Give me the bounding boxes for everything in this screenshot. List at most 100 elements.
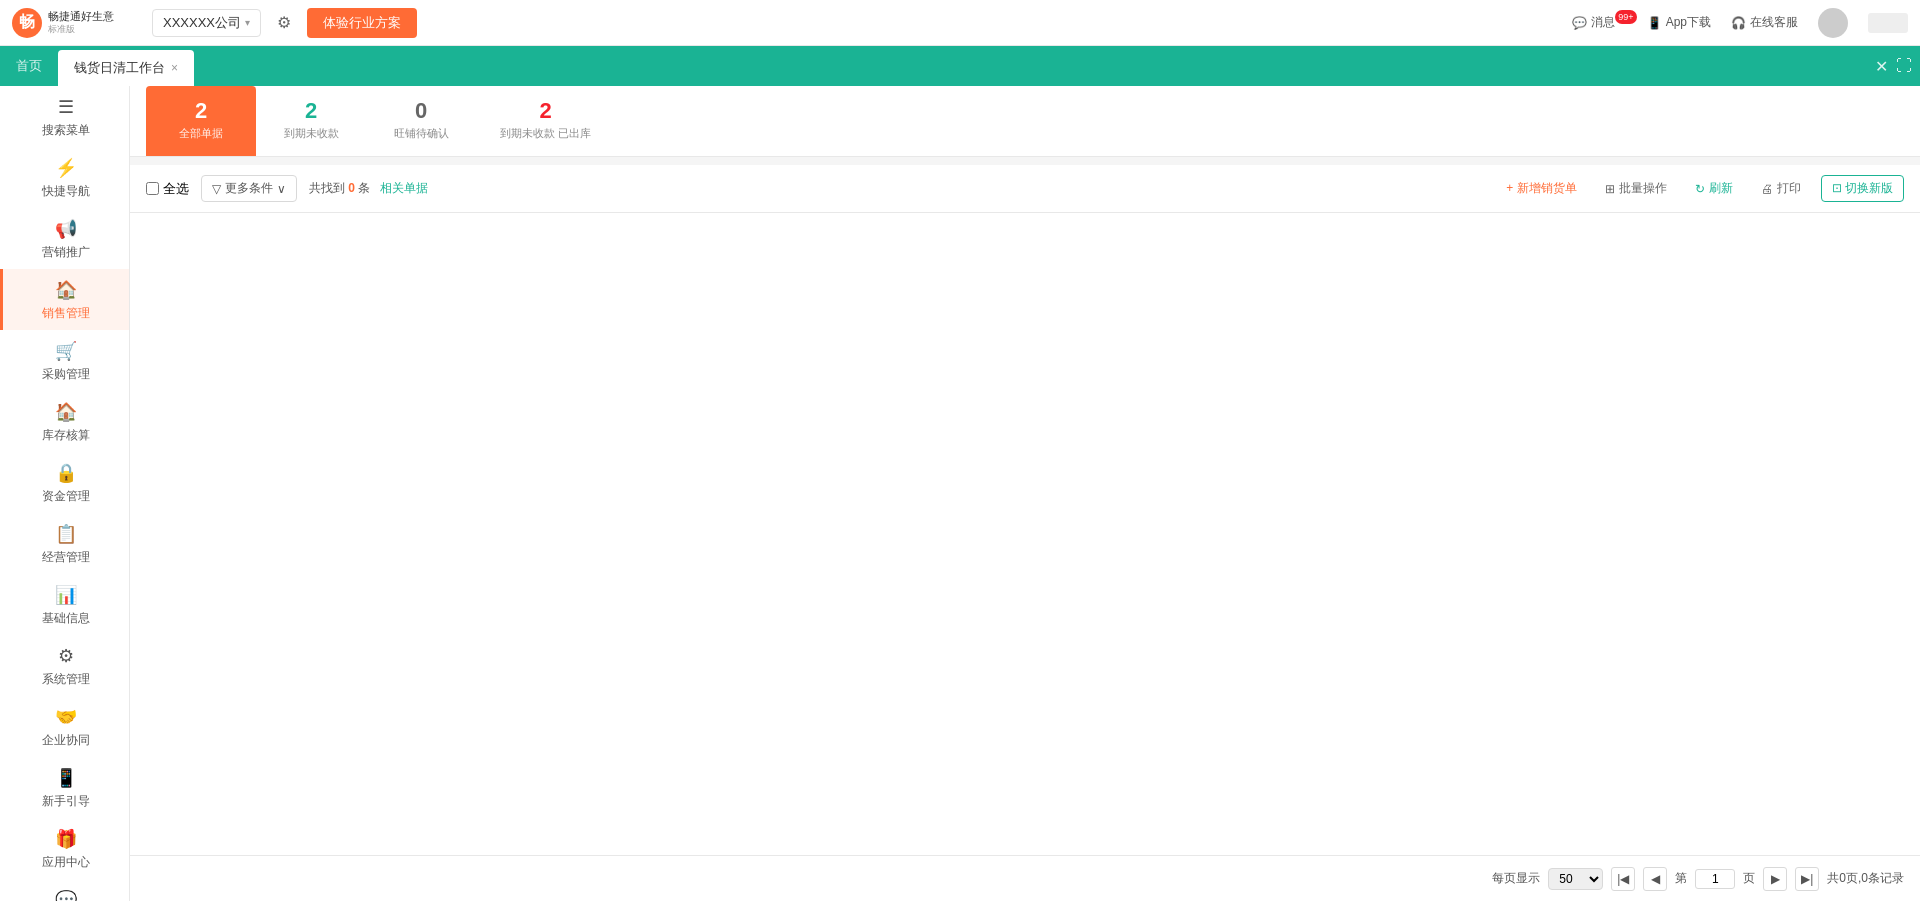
tab-close-icon[interactable]: × <box>171 61 178 75</box>
select-all-input[interactable] <box>146 182 159 195</box>
next-page-button[interactable]: ▶ <box>1763 867 1787 891</box>
sidebar-item-app-center[interactable]: 🎁 应用中心 <box>0 818 129 879</box>
table-area <box>130 213 1920 855</box>
avatar[interactable] <box>1818 8 1848 38</box>
tab-workbench-label: 钱货日清工作台 <box>74 59 165 77</box>
print-button[interactable]: 🖨 打印 <box>1753 176 1809 201</box>
app-icon: 📱 <box>1647 16 1662 30</box>
sidebar-item-marketing-label: 营销推广 <box>42 244 90 261</box>
sidebar-item-operations-label: 经营管理 <box>42 549 90 566</box>
sidebar-item-finance-label: 资金管理 <box>42 488 90 505</box>
tab-home[interactable]: 首页 <box>0 46 58 86</box>
settings-button[interactable]: ⚙ <box>269 8 299 38</box>
app-download-label: App下载 <box>1666 14 1711 31</box>
total-info: 共0页,0条记录 <box>1827 870 1904 887</box>
stat-pending-label: 旺铺待确认 <box>390 126 452 141</box>
message-action[interactable]: 💬 消息 99+ <box>1572 14 1627 31</box>
print-label: 打印 <box>1777 180 1801 197</box>
add-order-button[interactable]: + 新增销货单 <box>1498 176 1584 201</box>
enterprise-icon: 🤝 <box>55 706 77 728</box>
sidebar-item-system-label: 系统管理 <box>42 671 90 688</box>
tab-workbench[interactable]: 钱货日清工作台 × <box>58 50 194 86</box>
prev-page-button[interactable]: ◀ <box>1643 867 1667 891</box>
batch-operation-button[interactable]: ⊞ 批量操作 <box>1597 176 1675 201</box>
sidebar-item-guide[interactable]: 📱 新手引导 <box>0 757 129 818</box>
first-page-button[interactable]: |◀ <box>1611 867 1635 891</box>
toolbar-left: 全选 ▽ 更多条件 ∨ 共找到 0 条 相关单据 <box>146 175 428 202</box>
sidebar-item-app-center-label: 应用中心 <box>42 854 90 871</box>
toolbar-right: + 新增销货单 ⊞ 批量操作 ↻ 刷新 🖨 打印 ⊡ 切换新版 <box>1498 175 1904 202</box>
found-prefix: 共找到 <box>309 181 345 195</box>
stat-tab-overdue[interactable]: 2 到期未收款 <box>256 86 366 156</box>
purchase-icon: 🛒 <box>55 340 77 362</box>
sidebar-item-basic-info[interactable]: 📊 基础信息 <box>0 574 129 635</box>
page-label: 第 <box>1675 870 1687 887</box>
pagination: 每页显示 50 20 100 |◀ ◀ 第 页 ▶ ▶| 共0页,0条记录 <box>130 855 1920 901</box>
inventory-icon: 🏠 <box>55 401 77 423</box>
sidebar-item-finance[interactable]: 🔒 资金管理 <box>0 452 129 513</box>
guide-icon: 📱 <box>55 767 77 789</box>
related-link[interactable]: 相关单据 <box>380 181 428 195</box>
message-icon: 💬 <box>1572 16 1587 30</box>
page-size-select[interactable]: 50 20 100 <box>1548 868 1603 890</box>
sidebar-item-quick-nav-label: 快捷导航 <box>42 183 90 200</box>
top-header: 畅 畅捷通好生意 标准版 XXXXXX公司 ▾ ⚙ 体验行业方案 💬 消息 99… <box>0 0 1920 46</box>
sidebar-item-inventory[interactable]: 🏠 库存核算 <box>0 391 129 452</box>
online-service-action[interactable]: 🎧 在线客服 <box>1731 14 1798 31</box>
stat-tab-shipped[interactable]: 2 到期未收款 已出库 <box>476 86 615 156</box>
more-filter-button[interactable]: ▽ 更多条件 ∨ <box>201 175 297 202</box>
page-number-input[interactable] <box>1695 869 1735 889</box>
logo-icon: 畅 <box>12 8 42 38</box>
select-all-checkbox[interactable]: 全选 <box>146 180 189 198</box>
tab-home-label: 首页 <box>16 57 42 75</box>
app-download-action[interactable]: 📱 App下载 <box>1647 14 1711 31</box>
trial-button[interactable]: 体验行业方案 <box>307 8 417 38</box>
main-layout: ☰ 搜索菜单 ⚡ 快捷导航 📢 营销推广 🏠 销售管理 🛒 采购管理 🏠 库存核… <box>0 86 1920 901</box>
sidebar-item-purchase[interactable]: 🛒 采购管理 <box>0 330 129 391</box>
expand-window-icon[interactable]: ⛶ <box>1896 57 1912 75</box>
stat-shipped-label: 到期未收款 已出库 <box>500 126 591 141</box>
close-window-icon[interactable]: ✕ <box>1875 57 1888 76</box>
batch-label: 批量操作 <box>1619 180 1667 197</box>
tab-bar: 首页 钱货日清工作台 × ✕ ⛶ <box>0 46 1920 86</box>
logo-text: 畅捷通好生意 标准版 <box>48 9 114 36</box>
header-right: 💬 消息 99+ 📱 App下载 🎧 在线客服 <box>1572 8 1908 38</box>
sidebar-item-marketing[interactable]: 📢 营销推广 <box>0 208 129 269</box>
found-count: 0 <box>348 181 355 195</box>
page-size-label: 每页显示 <box>1492 870 1540 887</box>
sidebar-item-enterprise[interactable]: 🤝 企业协同 <box>0 696 129 757</box>
refresh-icon: ↻ <box>1695 182 1705 196</box>
operations-icon: 📋 <box>55 523 77 545</box>
sidebar-item-system[interactable]: ⚙ 系统管理 <box>0 635 129 696</box>
sidebar-item-sales[interactable]: 🏠 销售管理 <box>0 269 129 330</box>
message-label: 消息 <box>1591 14 1615 31</box>
sidebar-item-sales-label: 销售管理 <box>42 305 90 322</box>
switch-new-version-button[interactable]: ⊡ 切换新版 <box>1821 175 1904 202</box>
stat-all-label: 全部单据 <box>170 126 232 141</box>
filter-label: 更多条件 <box>225 180 273 197</box>
finance-icon: 🔒 <box>55 462 77 484</box>
sidebar-item-purchase-label: 采购管理 <box>42 366 90 383</box>
sidebar-item-search-menu-label: 搜索菜单 <box>42 122 90 139</box>
marketing-icon: 📢 <box>55 218 77 240</box>
weixin-icon: 💬 <box>55 889 77 901</box>
sidebar-item-quick-nav[interactable]: ⚡ 快捷导航 <box>0 147 129 208</box>
print-icon: 🖨 <box>1761 182 1773 196</box>
last-page-button[interactable]: ▶| <box>1795 867 1819 891</box>
sidebar-item-weixin[interactable]: 💬 企业微信 <box>0 879 129 901</box>
found-unit: 条 <box>358 181 370 195</box>
sidebar: ☰ 搜索菜单 ⚡ 快捷导航 📢 营销推广 🏠 销售管理 🛒 采购管理 🏠 库存核… <box>0 86 130 901</box>
page-label-end: 页 <box>1743 870 1755 887</box>
company-selector[interactable]: XXXXXX公司 ▾ <box>152 9 261 37</box>
stat-tab-pending[interactable]: 0 旺铺待确认 <box>366 86 476 156</box>
sidebar-item-operations[interactable]: 📋 经营管理 <box>0 513 129 574</box>
logo-badge: 标准版 <box>48 23 114 36</box>
found-text: 共找到 0 条 相关单据 <box>309 180 428 197</box>
stat-tab-all[interactable]: 2 全部单据 <box>146 86 256 156</box>
refresh-button[interactable]: ↻ 刷新 <box>1687 176 1741 201</box>
select-all-label: 全选 <box>163 180 189 198</box>
sidebar-item-basic-info-label: 基础信息 <box>42 610 90 627</box>
logo-area: 畅 畅捷通好生意 标准版 <box>12 8 142 38</box>
sidebar-item-search-menu[interactable]: ☰ 搜索菜单 <box>0 86 129 147</box>
logo-char: 畅 <box>19 12 35 33</box>
